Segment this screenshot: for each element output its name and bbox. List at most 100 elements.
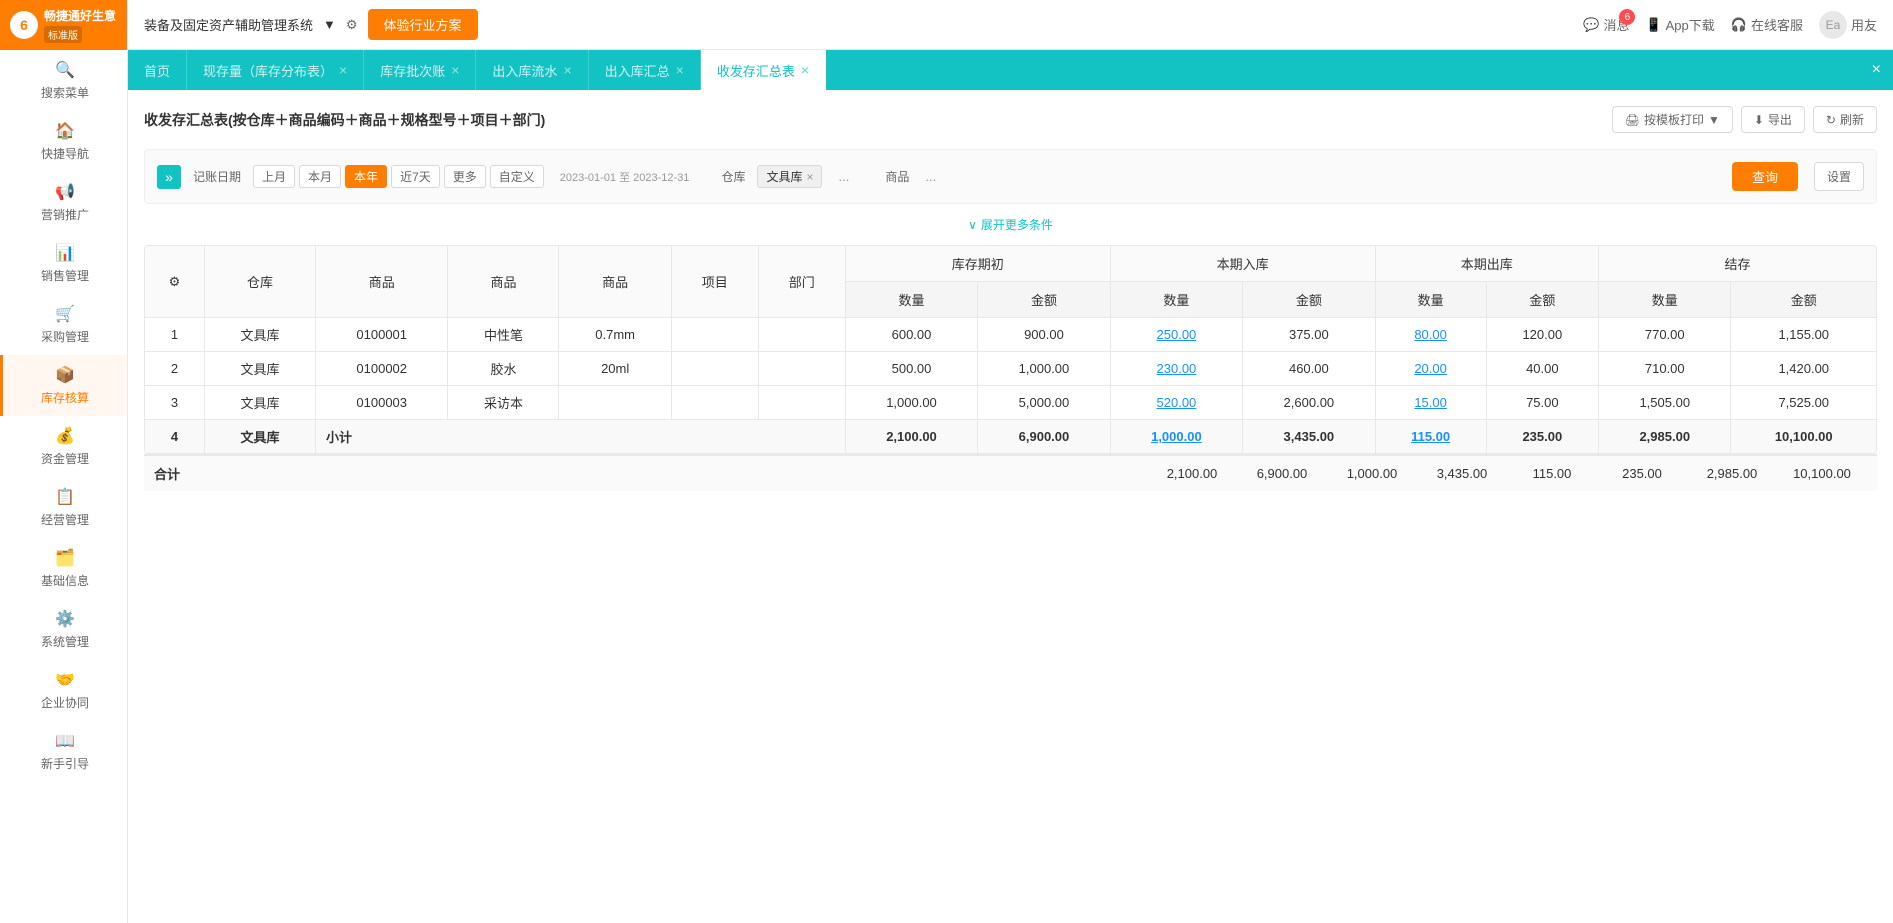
opening-amt-cell: 5,000.00	[978, 386, 1110, 420]
chevron-down-icon: ▼	[1708, 113, 1720, 127]
query-button[interactable]: 查询	[1732, 162, 1798, 191]
tab-receipt-summary[interactable]: 收发存汇总表 ×	[701, 50, 826, 90]
tab-close-icon[interactable]: ×	[676, 62, 684, 78]
try-solution-button[interactable]: 体验行业方案	[368, 9, 478, 40]
sidebar-item-finance[interactable]: 💰 资金管理	[0, 416, 127, 477]
sidebar-item-sales[interactable]: 📊 销售管理	[0, 233, 127, 294]
message-button[interactable]: 💬 消息 6	[1583, 15, 1629, 34]
sidebar-item-search[interactable]: 🔍 搜索菜单	[0, 50, 127, 111]
data-table: ⚙ 仓库 商品 商品 商品 项目 部门 库存期初 本期入库 本期出库 结存	[144, 245, 1877, 454]
export-button[interactable]: ⬇ 导出	[1741, 106, 1805, 133]
th-out-group: 本期出库	[1375, 246, 1598, 282]
subtotal-in-qty[interactable]: 1,000.00	[1110, 420, 1242, 454]
in-qty-cell[interactable]: 520.00	[1110, 386, 1242, 420]
out-qty-cell[interactable]: 20.00	[1375, 352, 1486, 386]
page: 收发存汇总表(按仓库＋商品编码＋商品＋规格型号＋项目＋部门) 🖨 按模板打印 ▼…	[128, 90, 1893, 923]
print-button[interactable]: 🖨 按模板打印 ▼	[1612, 106, 1733, 133]
sidebar-item-label: 系统管理	[41, 633, 89, 650]
warehouse-more-dots[interactable]: ...	[834, 169, 853, 184]
sidebar-item-guide[interactable]: 📖 新手引导	[0, 721, 127, 782]
warehouse-tag-close-icon[interactable]: ×	[806, 170, 813, 184]
out-amt-cell: 40.00	[1486, 352, 1598, 386]
close-all-tabs-button[interactable]: ×	[1860, 61, 1893, 79]
tab-label: 出入库流水	[492, 61, 557, 80]
user-button[interactable]: Ea 用友	[1819, 11, 1877, 39]
in-amt-cell: 375.00	[1243, 318, 1375, 352]
custom-date-button[interactable]: 自定义	[490, 165, 544, 188]
last-month-button[interactable]: 上月	[253, 165, 295, 188]
summary-table: ⚙ 仓库 商品 商品 商品 项目 部门 库存期初 本期入库 本期出库 结存	[145, 246, 1876, 453]
out-qty-cell[interactable]: 15.00	[1375, 386, 1486, 420]
query-settings-button[interactable]: 设置	[1814, 162, 1864, 191]
table-row: 3 文具库 0100003 采访本 1,000.00 5,000.00 520.…	[145, 386, 1876, 420]
warehouse-label: 仓库	[721, 168, 745, 185]
total-opening-amt: 6,900.00	[1237, 466, 1327, 481]
expand-more-row: ∨ 展开更多条件	[144, 212, 1877, 237]
tab-close-icon[interactable]: ×	[451, 62, 459, 78]
box-icon: 📦	[55, 365, 75, 385]
subtotal-opening-amt: 6,900.00	[978, 420, 1110, 454]
filter-expand-button[interactable]: »	[157, 165, 181, 189]
project-cell	[671, 386, 758, 420]
th-in-group: 本期入库	[1110, 246, 1375, 282]
sidebar-item-basic-info[interactable]: 🗂️ 基础信息	[0, 538, 127, 599]
this-year-button[interactable]: 本年	[345, 165, 387, 188]
sidebar-item-enterprise[interactable]: 🤝 企业协同	[0, 660, 127, 721]
tab-home[interactable]: 首页	[128, 50, 187, 90]
more-date-button[interactable]: 更多	[444, 165, 486, 188]
refresh-button[interactable]: ↻ 刷新	[1813, 106, 1877, 133]
filter-row: » 记账日期 上月 本月 本年 近7天 更多 自定义 2023-01-01 至 …	[144, 149, 1877, 204]
tab-inout-flow[interactable]: 出入库流水 ×	[476, 50, 588, 90]
app-download-button[interactable]: 📱 App下载	[1645, 15, 1714, 34]
system-name: 装备及固定资产辅助管理系统	[144, 15, 313, 34]
page-title-row: 收发存汇总表(按仓库＋商品编码＋商品＋规格型号＋项目＋部门) 🖨 按模板打印 ▼…	[144, 106, 1877, 133]
sidebar-item-inventory[interactable]: 📦 库存核算	[0, 355, 127, 416]
date-range-display: 2023-01-01 至 2023-12-31	[560, 169, 690, 185]
last-7days-button[interactable]: 近7天	[391, 165, 440, 188]
settings-button[interactable]: ⚙	[346, 17, 358, 33]
dropdown-icon[interactable]: ▼	[323, 17, 336, 32]
this-month-button[interactable]: 本月	[299, 165, 341, 188]
in-qty-cell[interactable]: 230.00	[1110, 352, 1242, 386]
sidebar-item-purchase[interactable]: 🛒 采购管理	[0, 294, 127, 355]
tab-inventory-distribution[interactable]: 现存量（库存分布表） ×	[187, 50, 364, 90]
sidebar-item-business[interactable]: 📋 经营管理	[0, 477, 127, 538]
department-cell	[758, 318, 845, 352]
megaphone-icon: 📢	[55, 182, 75, 202]
goods-name-cell: 中性笔	[448, 318, 559, 352]
content-area: 收发存汇总表(按仓库＋商品编码＋商品＋规格型号＋项目＋部门) 🖨 按模板打印 ▼…	[128, 90, 1893, 923]
tab-close-icon[interactable]: ×	[339, 62, 347, 78]
tab-bar: 首页 现存量（库存分布表） × 库存批次账 × 出入库流水 × 出入库汇总 × …	[128, 50, 1893, 90]
total-in-qty: 1,000.00	[1327, 466, 1417, 481]
expand-more-button[interactable]: ∨ 展开更多条件	[968, 216, 1053, 233]
tab-close-icon[interactable]: ×	[801, 62, 809, 78]
sidebar-item-label: 企业协同	[41, 694, 89, 711]
tab-inout-summary[interactable]: 出入库汇总 ×	[589, 50, 701, 90]
tab-batch-ledger[interactable]: 库存批次账 ×	[364, 50, 476, 90]
close-qty-cell: 770.00	[1599, 318, 1731, 352]
table-footer: 合计 2,100.00 6,900.00 1,000.00 3,435.00 1…	[144, 454, 1877, 491]
goods-more-dots[interactable]: ...	[921, 169, 940, 184]
main-area: 装备及固定资产辅助管理系统 ▼ ⚙ 体验行业方案 💬 消息 6 📱 App下载 …	[128, 0, 1893, 923]
sidebar-item-quick-nav[interactable]: 🏠 快捷导航	[0, 111, 127, 172]
department-cell	[758, 386, 845, 420]
subtotal-in-amt: 3,435.00	[1243, 420, 1375, 454]
sidebar-item-system[interactable]: ⚙️ 系统管理	[0, 599, 127, 660]
department-cell	[758, 352, 845, 386]
th-close-amt: 金额	[1731, 282, 1876, 318]
goods-spec-cell: 0.7mm	[559, 318, 671, 352]
tab-close-icon[interactable]: ×	[563, 62, 571, 78]
avatar: Ea	[1819, 11, 1847, 39]
column-settings-icon[interactable]: ⚙	[169, 274, 181, 289]
online-service-button[interactable]: 🎧 在线客服	[1731, 15, 1803, 34]
out-qty-cell[interactable]: 80.00	[1375, 318, 1486, 352]
chevron-down-icon: ∨	[968, 218, 977, 232]
sidebar-item-marketing[interactable]: 📢 营销推广	[0, 172, 127, 233]
subtotal-out-qty[interactable]: 115.00	[1375, 420, 1486, 454]
close-qty-cell: 710.00	[1599, 352, 1731, 386]
th-settings[interactable]: ⚙	[145, 246, 204, 318]
in-qty-cell[interactable]: 250.00	[1110, 318, 1242, 352]
warehouse-tag[interactable]: 文具库 ×	[757, 165, 822, 188]
total-close-amt: 10,100.00	[1777, 466, 1867, 481]
sidebar-item-label: 资金管理	[41, 450, 89, 467]
